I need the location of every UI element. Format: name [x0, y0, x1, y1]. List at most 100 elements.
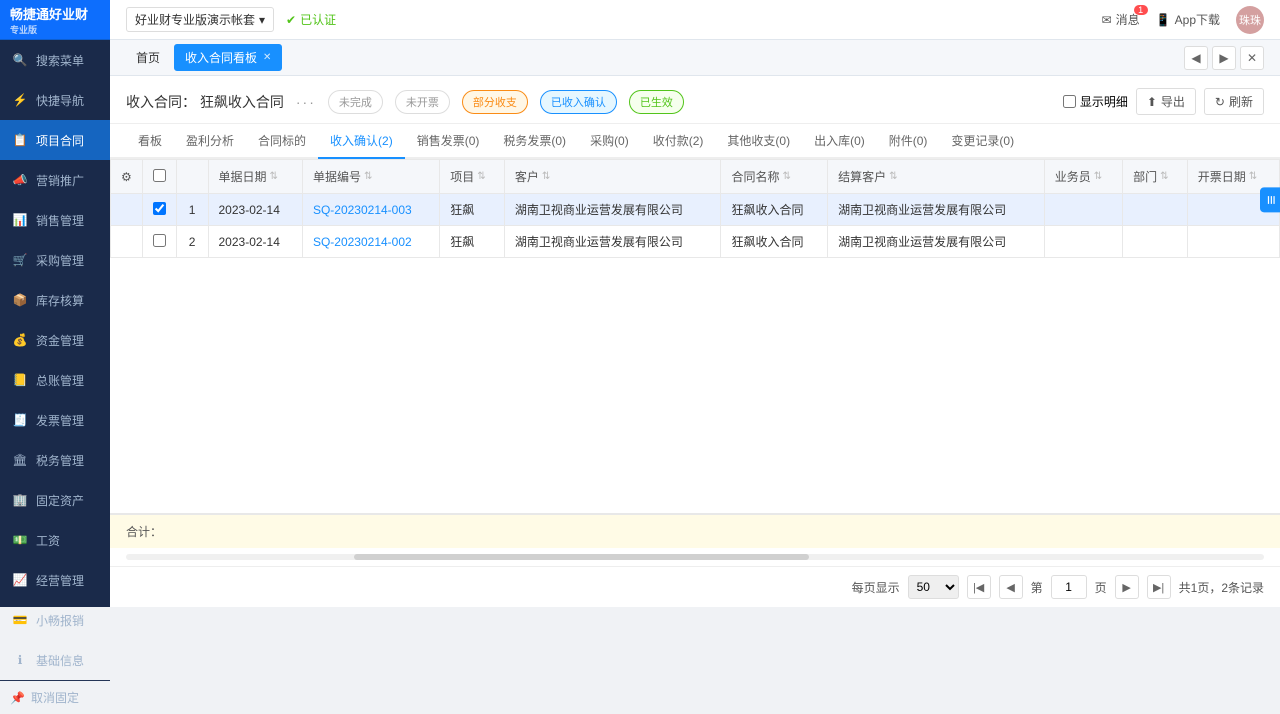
nav-icon-14: 💳	[10, 610, 30, 630]
horizontal-scrollbar[interactable]	[110, 548, 1280, 566]
subtab-10[interactable]: 附件(0)	[877, 124, 940, 159]
th-contract[interactable]: 合同名称⇅	[721, 160, 828, 194]
sidebar-item-12[interactable]: 💵工资	[0, 520, 110, 560]
row-code-link-0[interactable]: SQ-20230214-003	[313, 203, 412, 217]
th-customer-label: 客户	[515, 168, 539, 185]
certified-check-icon: ✔	[286, 13, 296, 27]
subtab-0[interactable]: 看板	[126, 124, 174, 159]
sidebar-item-14[interactable]: 💳 小畅报销	[0, 600, 110, 640]
page-first-button[interactable]: |◀	[967, 575, 991, 599]
nav-icon-0: 🔍	[10, 50, 30, 70]
subtab-5[interactable]: 税务发票(0)	[491, 124, 578, 159]
sidebar-item-0[interactable]: 🔍搜索菜单	[0, 40, 110, 80]
sidebar-item-6[interactable]: 📦库存核算	[0, 280, 110, 320]
sidebar-item-9[interactable]: 🧾发票管理	[0, 400, 110, 440]
row-code-link-1[interactable]: SQ-20230214-002	[313, 235, 412, 249]
subtab-4[interactable]: 销售发票(0)	[405, 124, 492, 159]
page-next-button[interactable]: ▶	[1115, 575, 1139, 599]
app-name: 畅捷通好业财	[10, 4, 88, 23]
tab-contract-board[interactable]: 收入合同看板 ✕	[174, 44, 282, 71]
nav-label-8: 总账管理	[36, 372, 100, 389]
row-checkbox-1[interactable]	[153, 234, 166, 247]
show-detail-checkbox[interactable]	[1063, 95, 1076, 108]
sidebar-item-13[interactable]: 📈经营管理	[0, 560, 110, 600]
show-detail-label: 显示明细	[1080, 93, 1128, 110]
nav-icon-8: 📒	[10, 370, 30, 390]
sidebar-item-1[interactable]: ⚡快捷导航	[0, 80, 110, 120]
sidebar-item-8[interactable]: 📒 总账管理	[0, 360, 110, 400]
page-prev-button[interactable]: ◀	[999, 575, 1023, 599]
refresh-button[interactable]: ↻ 刷新	[1204, 88, 1264, 115]
status-uninvoiced[interactable]: 未开票	[395, 90, 450, 114]
subtab-3[interactable]: 收入确认(2)	[318, 124, 405, 159]
sidebar-item-15[interactable]: ℹ基础信息	[0, 640, 110, 680]
status-partial[interactable]: 部分收支	[462, 90, 528, 114]
tab-close-icon[interactable]: ✕	[263, 52, 271, 63]
messages-badge: 1	[1134, 5, 1148, 15]
nav-icon-12: 💵	[10, 530, 30, 550]
tab-home[interactable]: 首页	[126, 45, 170, 70]
sidebar-item-2[interactable]: 📋项目合同	[0, 120, 110, 160]
page-last-button[interactable]: ▶|	[1147, 575, 1171, 599]
tab-next-button[interactable]: ▶	[1212, 46, 1236, 70]
th-settings[interactable]: ⚙	[111, 160, 143, 194]
nav-label-1: 快捷导航	[36, 92, 100, 109]
th-project-label: 项目	[450, 168, 474, 185]
certified-badge: ✔ 已认证	[286, 11, 336, 28]
subtab-9[interactable]: 出入库(0)	[802, 124, 877, 159]
company-selector[interactable]: 好业财专业版演示帐套 ▾	[126, 7, 274, 32]
sidebar-item-4[interactable]: 📊销售管理	[0, 200, 110, 240]
contract-more-button[interactable]: ···	[296, 94, 316, 110]
th-code[interactable]: 单据编号⇅	[302, 160, 439, 194]
nav-label-14: 小畅报销	[36, 612, 100, 629]
scrollbar-thumb[interactable]	[354, 554, 809, 560]
page-label-pre: 第	[1031, 579, 1043, 596]
subtab-11[interactable]: 变更记录(0)	[939, 124, 1026, 159]
messages-button[interactable]: ✉ 消息 1	[1102, 11, 1140, 28]
th-salesman[interactable]: 业务员⇅	[1044, 160, 1122, 194]
sidebar-item-7[interactable]: 💰资金管理	[0, 320, 110, 360]
sidebar-item-11[interactable]: 🏢固定资产	[0, 480, 110, 520]
row-salesman-0	[1044, 194, 1122, 226]
subtab-8[interactable]: 其他收支(0)	[715, 124, 802, 159]
th-date[interactable]: 单据日期⇅	[208, 160, 302, 194]
status-active[interactable]: 已生效	[629, 90, 684, 114]
page-number-input[interactable]	[1051, 575, 1087, 599]
status-confirmed[interactable]: 已收入确认	[540, 90, 617, 114]
th-department[interactable]: 部门⇅	[1123, 160, 1188, 194]
table-row[interactable]: 2 2023-02-14 SQ-20230214-002 狂飙 湖南卫视商业运营…	[111, 226, 1280, 258]
th-project[interactable]: 项目⇅	[440, 160, 505, 194]
sort-date-icon: ⇅	[270, 171, 278, 182]
user-avatar[interactable]: 珠珠	[1236, 6, 1264, 34]
sidebar-item-5[interactable]: 🛒采购管理	[0, 240, 110, 280]
right-sidebar-icon[interactable]: ≡	[1260, 187, 1280, 212]
nav-label-6: 库存核算	[36, 292, 100, 309]
row-code-1[interactable]: SQ-20230214-002	[302, 226, 439, 258]
tab-contract-label: 收入合同看板	[185, 49, 257, 66]
subtab-2[interactable]: 合同标的	[246, 124, 318, 159]
tabbar: 首页 收入合同看板 ✕ ◀ ▶ ✕	[110, 40, 1280, 76]
sidebar-pin-toggle[interactable]: 📌 取消固定	[0, 681, 110, 714]
per-page-select[interactable]: 50 100 200	[908, 575, 959, 599]
sidebar-item-10[interactable]: 🏛税务管理	[0, 440, 110, 480]
tab-close-button[interactable]: ✕	[1240, 46, 1264, 70]
scrollbar-track[interactable]	[126, 554, 1264, 560]
app-download-button[interactable]: 📱 App下载	[1156, 11, 1220, 28]
subtab-1[interactable]: 盈利分析	[174, 124, 246, 159]
nav-icon-5: 🛒	[10, 250, 30, 270]
table-container[interactable]: ⚙ 单据日期⇅ 单据编号⇅ 项目⇅	[110, 159, 1280, 513]
nav-icon-10: 🏛	[10, 450, 30, 470]
subtab-7[interactable]: 收付款(2)	[641, 124, 716, 159]
table-row[interactable]: 1 2023-02-14 SQ-20230214-003 狂飙 湖南卫视商业运营…	[111, 194, 1280, 226]
tab-prev-button[interactable]: ◀	[1184, 46, 1208, 70]
th-settle-customer[interactable]: 结算客户⇅	[828, 160, 1045, 194]
subtab-6[interactable]: 采购(0)	[578, 124, 641, 159]
select-all-checkbox[interactable]	[153, 169, 166, 182]
sidebar-item-3[interactable]: 📣营销推广	[0, 160, 110, 200]
row-checkbox-0[interactable]	[153, 202, 166, 215]
status-incomplete[interactable]: 未完成	[328, 90, 383, 114]
row-code-0[interactable]: SQ-20230214-003	[302, 194, 439, 226]
th-customer[interactable]: 客户⇅	[504, 160, 721, 194]
export-button[interactable]: ⬆ 导出	[1136, 88, 1196, 115]
show-detail-toggle[interactable]: 显示明细	[1063, 93, 1128, 110]
